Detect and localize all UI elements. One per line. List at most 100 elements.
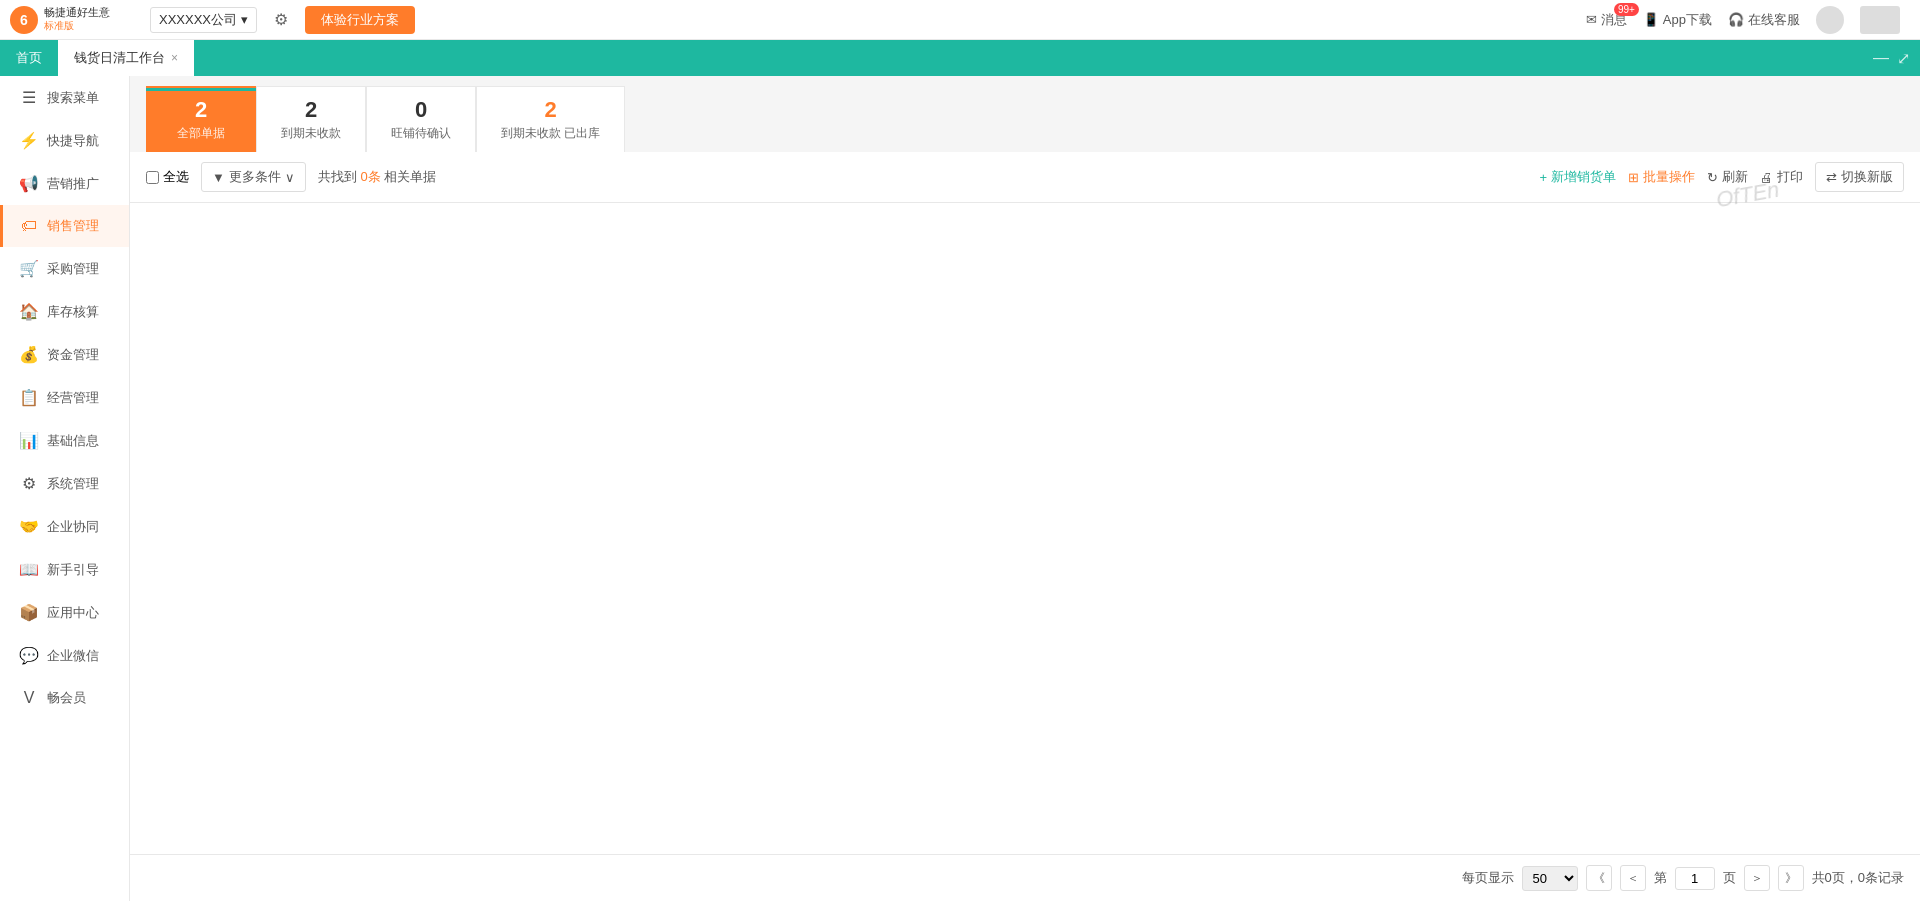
stat-count-wangpu: 0 (415, 97, 427, 123)
per-page-select[interactable]: 50 100 200 (1522, 866, 1578, 891)
print-button[interactable]: 🖨 打印 (1760, 168, 1803, 186)
top-right: ✉ 消息 99+ 📱 App下载 🎧 在线客服 (1586, 6, 1910, 34)
message-icon: ✉ (1586, 12, 1597, 27)
dropdown-icon: ▾ (241, 12, 248, 27)
plus-icon: + (1539, 170, 1547, 185)
window-minimize-icon[interactable]: — (1873, 49, 1889, 67)
sidebar-item-inventory-label: 库存核算 (47, 303, 99, 321)
sidebar-item-basic-info[interactable]: 📊 基础信息 (0, 419, 129, 462)
switch-label: 切换新版 (1841, 168, 1893, 186)
tab-workbench-label: 钱货日清工作台 (74, 49, 165, 67)
operations-icon: 📋 (19, 388, 39, 407)
switch-version-button[interactable]: ⇄ 切换新版 (1815, 162, 1904, 192)
sidebar-item-enterprise-wechat-label: 企业微信 (47, 647, 99, 665)
filter-button[interactable]: ▼ 更多条件 ∨ (201, 162, 306, 192)
result-suffix: 相关单据 (384, 169, 436, 184)
first-page-button[interactable]: 《 (1586, 865, 1612, 891)
prev-page-button[interactable]: ＜ (1620, 865, 1646, 891)
batch-label: 批量操作 (1643, 168, 1695, 186)
sidebar-item-app-center-label: 应用中心 (47, 604, 99, 622)
message-btn[interactable]: ✉ 消息 99+ (1586, 11, 1627, 29)
sidebar-item-sales-label: 销售管理 (47, 217, 99, 235)
select-all-label: 全选 (163, 168, 189, 186)
app-download-btn[interactable]: 📱 App下载 (1643, 11, 1712, 29)
window-maximize-icon[interactable]: ⤢ (1897, 49, 1910, 68)
online-service-label: 在线客服 (1748, 11, 1800, 29)
top-bar: 6 畅捷通好生意 标准版 XXXXXX公司 ▾ ⚙ 体验行业方案 ✉ 消息 99… (0, 0, 1920, 40)
app-center-icon: 📦 (19, 603, 39, 622)
switch-icon: ⇄ (1826, 170, 1837, 185)
filter-label: 更多条件 (229, 168, 281, 186)
filter-dropdown-icon: ∨ (285, 170, 295, 185)
refresh-button[interactable]: ↻ 刷新 (1707, 168, 1748, 186)
app-download-icon: 📱 (1643, 12, 1659, 27)
stat-count-overdue: 2 (305, 97, 317, 123)
wechat-icon: 💬 (19, 646, 39, 665)
stat-tab-overdue[interactable]: 2 到期未收款 (256, 86, 366, 152)
online-service-btn[interactable]: 🎧 在线客服 (1728, 11, 1800, 29)
sidebar-item-marketing[interactable]: 📢 营销推广 (0, 162, 129, 205)
sales-icon: 🏷 (19, 217, 39, 235)
sidebar-item-finance[interactable]: 💰 资金管理 (0, 333, 129, 376)
sidebar-item-quick-nav[interactable]: ⚡ 快捷导航 (0, 119, 129, 162)
gear-button[interactable]: ⚙ (267, 6, 295, 34)
batch-operation-button[interactable]: ⊞ 批量操作 (1628, 168, 1695, 186)
logo-text: 畅捷通好生意 (44, 6, 110, 19)
app-download-label: App下载 (1663, 11, 1712, 29)
stat-count-shipped: 2 (545, 97, 557, 123)
enterprise-icon: 🤝 (19, 517, 39, 536)
guide-icon: 📖 (19, 560, 39, 579)
sidebar-item-enterprise-wechat[interactable]: 💬 企业微信 (0, 634, 129, 677)
headset-icon: 🎧 (1728, 12, 1744, 27)
stat-label-all: 全部单据 (177, 125, 225, 142)
finance-icon: 💰 (19, 345, 39, 364)
stat-tab-all[interactable]: 2 全部单据 (146, 86, 256, 152)
stat-tab-wangpu[interactable]: 0 旺铺待确认 (366, 86, 476, 152)
sidebar-item-operations[interactable]: 📋 经营管理 (0, 376, 129, 419)
company-selector[interactable]: XXXXXX公司 ▾ (150, 7, 257, 33)
result-text-label: 共找到 (318, 169, 357, 184)
stat-count-all: 2 (195, 97, 207, 123)
user-name (1860, 6, 1900, 34)
page-input[interactable] (1675, 867, 1715, 890)
sidebar-item-purchase-label: 采购管理 (47, 260, 99, 278)
sidebar-item-member[interactable]: V 畅会员 (0, 677, 129, 719)
message-badge: 99+ (1614, 3, 1639, 16)
sidebar-item-enterprise[interactable]: 🤝 企业协同 (0, 505, 129, 548)
tab-home[interactable]: 首页 (0, 40, 58, 76)
sidebar-item-marketing-label: 营销推广 (47, 175, 99, 193)
select-all-checkbox[interactable]: 全选 (146, 168, 189, 186)
add-sale-order-button[interactable]: + 新增销货单 (1539, 168, 1616, 186)
sidebar-item-basic-info-label: 基础信息 (47, 432, 99, 450)
stats-tabs: 2 全部单据 2 到期未收款 0 旺铺待确认 2 到期未收款 已出库 (130, 76, 1920, 152)
top-center: XXXXXX公司 ▾ ⚙ 体验行业方案 (140, 6, 1586, 34)
sidebar-item-member-label: 畅会员 (47, 689, 86, 707)
sidebar-item-search[interactable]: ☰ 搜索菜单 (0, 76, 129, 119)
result-count: 0条 (361, 169, 381, 184)
sidebar-item-purchase[interactable]: 🛒 采购管理 (0, 247, 129, 290)
sidebar-item-sales[interactable]: 🏷 销售管理 (0, 205, 129, 247)
sidebar-item-inventory[interactable]: 🏠 库存核算 (0, 290, 129, 333)
stat-tab-shipped[interactable]: 2 到期未收款 已出库 (476, 86, 625, 152)
sidebar-item-app-center[interactable]: 📦 应用中心 (0, 591, 129, 634)
tab-close-icon[interactable]: × (171, 51, 178, 65)
print-label: 打印 (1777, 168, 1803, 186)
avatar[interactable] (1816, 6, 1844, 34)
company-name: XXXXXX公司 (159, 11, 237, 29)
total-label: 共0页，0条记录 (1812, 869, 1904, 887)
sidebar-item-guide[interactable]: 📖 新手引导 (0, 548, 129, 591)
sidebar-item-enterprise-label: 企业协同 (47, 518, 99, 536)
add-btn-label: 新增销货单 (1551, 168, 1616, 186)
last-page-button[interactable]: 》 (1778, 865, 1804, 891)
trial-button[interactable]: 体验行业方案 (305, 6, 415, 34)
sidebar-item-system[interactable]: ⚙ 系统管理 (0, 462, 129, 505)
per-page-label: 每页显示 (1462, 869, 1514, 887)
tab-workbench[interactable]: 钱货日清工作台 × (58, 40, 194, 76)
toolbar-right: + 新增销货单 ⊞ 批量操作 ↻ 刷新 🖨 打印 ⇄ 切换新版 (1539, 162, 1904, 192)
nav-tabs-right: — ⤢ (1873, 49, 1920, 68)
main-layout: ☰ 搜索菜单 ⚡ 快捷导航 📢 营销推广 🏷 销售管理 🛒 采购管理 🏠 库存核… (0, 76, 1920, 901)
search-menu-icon: ☰ (19, 88, 39, 107)
logo-icon: 6 (10, 6, 38, 34)
select-all-input[interactable] (146, 171, 159, 184)
next-page-button[interactable]: ＞ (1744, 865, 1770, 891)
